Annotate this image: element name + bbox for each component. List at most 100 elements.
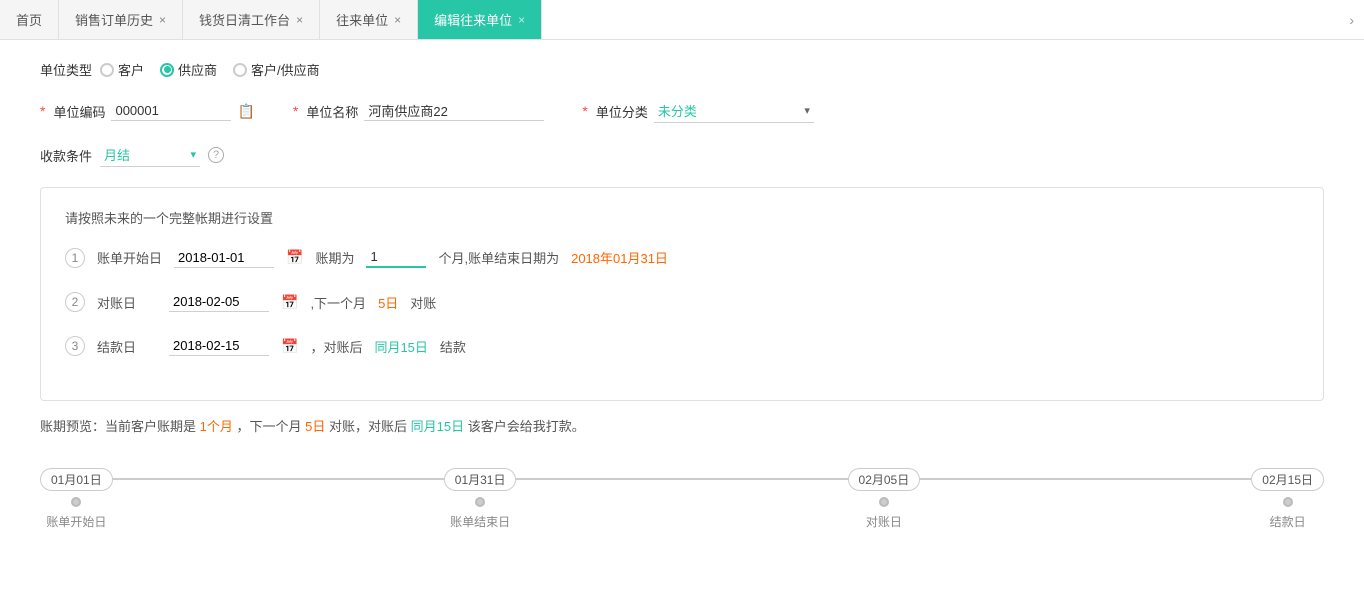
payment-row: 收款条件 月结 ▾ ? — [40, 143, 1324, 167]
tab-cash-work-label: 钱货日清工作台 — [199, 10, 290, 29]
step-calendar-2[interactable]: 📅 — [281, 294, 298, 311]
timeline-points: 01月01日 账单开始日 01月31日 账单结束日 02月05日 对账日 02月… — [40, 468, 1324, 530]
preview-part2: 5日 — [305, 419, 325, 434]
tab-edit-partner-label: 编辑往来单位 — [434, 10, 512, 29]
step-date-2[interactable] — [169, 292, 269, 312]
step-3-highlight: 同月15日 — [374, 337, 427, 356]
name-label: 单位名称 — [306, 102, 358, 121]
code-name-category-row: * 单位编码 📋 * 单位名称 * 单位分类 未分类 ▾ — [40, 99, 1324, 123]
section-hint: 请按照未来的一个完整帐期进行设置 — [65, 208, 1299, 227]
timeline-point-2: 02月05日 对账日 — [848, 468, 921, 530]
step-date-3[interactable] — [169, 336, 269, 356]
code-required: * — [40, 103, 45, 119]
tab-bar: 首页 销售订单历史 × 钱货日清工作台 × 往来单位 × 编辑往来单位 × › — [0, 0, 1364, 40]
category-required: * — [582, 103, 587, 119]
timeline-desc-0: 账单开始日 — [46, 513, 106, 530]
step-calendar-3[interactable]: 📅 — [281, 338, 298, 355]
timeline-point-3: 02月15日 结款日 — [1251, 468, 1324, 530]
code-label: 单位编码 — [53, 102, 105, 121]
payment-dropdown[interactable]: 月结 ▾ — [100, 143, 200, 167]
preview-label: 账期预览：当前客户账期是 — [40, 419, 196, 434]
unit-type-label: 单位类型 — [40, 60, 92, 79]
timeline-desc-1: 账单结束日 — [450, 513, 510, 530]
tab-partner[interactable]: 往来单位 × — [320, 0, 418, 39]
preview-sep1: ，下一个月 — [237, 419, 302, 434]
step-date-1[interactable] — [174, 248, 274, 268]
help-icon[interactable]: ? — [208, 147, 224, 163]
category-field-group: * 单位分类 未分类 ▾ — [582, 99, 813, 123]
timeline: 01月01日 账单开始日 01月31日 账单结束日 02月05日 对账日 02月… — [40, 458, 1324, 530]
step-number-2: 2 — [65, 292, 85, 312]
tab-home-label: 首页 — [16, 10, 42, 29]
preview-part3: 同月15日 — [411, 419, 464, 434]
step-row-3: 3 结款日 📅 ，对账后 同月15日 结款 — [65, 336, 1299, 356]
name-field-group: * 单位名称 — [293, 101, 544, 121]
step-period-suffix: 个月,账单结束日期为 — [438, 248, 559, 267]
code-input[interactable] — [111, 101, 231, 121]
unit-type-radio-group: 客户 供应商 客户/供应商 — [100, 60, 320, 79]
step-label-2: 对账日 — [97, 293, 157, 312]
timeline-desc-2: 对账日 — [866, 513, 902, 530]
radio-customer[interactable]: 客户 — [100, 60, 144, 79]
radio-both-label: 客户/供应商 — [251, 60, 320, 79]
timeline-badge-0: 01月01日 — [40, 468, 113, 491]
chevron-right-icon: › — [1349, 12, 1354, 28]
radio-customer-label: 客户 — [118, 60, 144, 79]
preview-sep2: 对账，对账后 — [329, 419, 407, 434]
name-input[interactable] — [364, 101, 544, 121]
step-calendar-1[interactable]: 📅 — [286, 249, 303, 266]
timeline-badge-1: 01月31日 — [444, 468, 517, 491]
tab-sales-history-close[interactable]: × — [159, 13, 166, 27]
step-period-prefix: 账期为 — [315, 248, 354, 267]
tab-partner-close[interactable]: × — [394, 13, 401, 27]
category-label: 单位分类 — [596, 102, 648, 121]
step-2-highlight: 5日 — [378, 293, 398, 312]
radio-supplier-label: 供应商 — [178, 60, 217, 79]
category-dropdown-arrow: ▾ — [804, 104, 810, 117]
tab-more-button[interactable]: › — [1339, 0, 1364, 39]
period-value-input[interactable] — [366, 247, 426, 268]
step-2-post: 对账 — [410, 293, 436, 312]
step-number-1: 1 — [65, 248, 85, 268]
tab-home[interactable]: 首页 — [0, 0, 59, 39]
tab-edit-partner-close[interactable]: × — [518, 13, 525, 27]
tab-cash-work-close[interactable]: × — [296, 13, 303, 27]
tab-cash-work[interactable]: 钱货日清工作台 × — [183, 0, 320, 39]
payment-label: 收款条件 — [40, 146, 92, 165]
category-dropdown[interactable]: 未分类 ▾ — [654, 99, 814, 123]
radio-customer-circle — [100, 63, 114, 77]
step-label-3: 结款日 — [97, 337, 157, 356]
step-2-pre: ,下一个月 — [310, 293, 366, 312]
tab-partner-label: 往来单位 — [336, 10, 388, 29]
period-section: 请按照未来的一个完整帐期进行设置 1 账单开始日 📅 账期为 个月,账单结束日期… — [40, 187, 1324, 401]
timeline-badge-2: 02月05日 — [848, 468, 921, 491]
step-label-1: 账单开始日 — [97, 248, 162, 267]
radio-supplier[interactable]: 供应商 — [160, 60, 217, 79]
radio-both-circle — [233, 63, 247, 77]
main-content: 单位类型 客户 供应商 客户/供应商 * 单位编码 📋 * 单位名称 — [0, 40, 1364, 608]
payment-value: 月结 — [104, 145, 186, 164]
payment-dropdown-arrow: ▾ — [190, 148, 196, 161]
step-3-post: 结款 — [440, 337, 466, 356]
timeline-badge-3: 02月15日 — [1251, 468, 1324, 491]
code-field-group: * 单位编码 📋 — [40, 101, 255, 121]
timeline-point-0: 01月01日 账单开始日 — [40, 468, 113, 530]
category-value: 未分类 — [658, 101, 800, 120]
step-row-1: 1 账单开始日 📅 账期为 个月,账单结束日期为 2018年01月31日 — [65, 247, 1299, 268]
tab-sales-history[interactable]: 销售订单历史 × — [59, 0, 183, 39]
copy-icon[interactable]: 📋 — [237, 103, 254, 120]
timeline-dot-1 — [475, 497, 485, 507]
timeline-dot-2 — [879, 497, 889, 507]
step-row-2: 2 对账日 📅 ,下一个月 5日 对账 — [65, 292, 1299, 312]
step-period-end: 2018年01月31日 — [571, 248, 668, 267]
tab-edit-partner[interactable]: 编辑往来单位 × — [418, 0, 542, 39]
timeline-point-1: 01月31日 账单结束日 — [444, 468, 517, 530]
name-required: * — [293, 103, 298, 119]
timeline-desc-3: 结款日 — [1270, 513, 1306, 530]
step-number-3: 3 — [65, 336, 85, 356]
unit-type-row: 单位类型 客户 供应商 客户/供应商 — [40, 60, 1324, 79]
tab-sales-history-label: 销售订单历史 — [75, 10, 153, 29]
radio-both[interactable]: 客户/供应商 — [233, 60, 320, 79]
step-3-pre: ，对账后 — [310, 337, 362, 356]
preview-part1: 1个月 — [200, 419, 233, 434]
